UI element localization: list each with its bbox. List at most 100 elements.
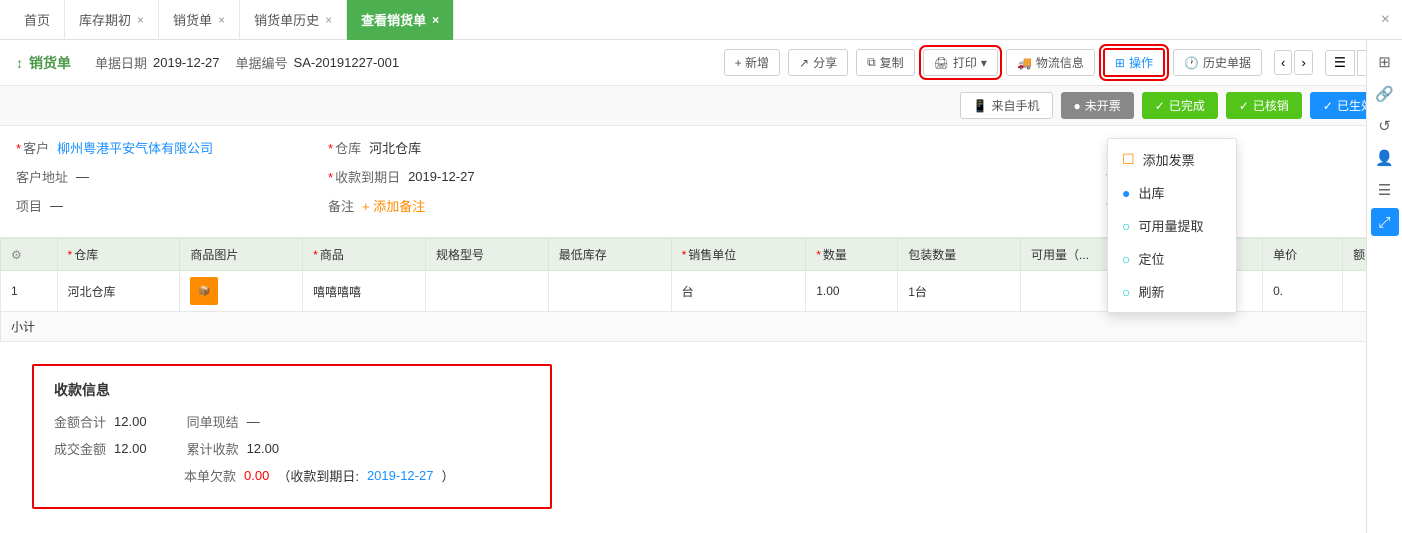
copy-icon: ⧉ [867,55,876,70]
next-button[interactable]: › [1294,50,1312,75]
sidebar-icon-3[interactable]: ↺ [1371,112,1399,140]
payment-row-1: 金额合计 12.00 同单现结 — [54,412,530,431]
tab-view-sales[interactable]: 查看销货单 × [347,0,454,40]
row-qty: 1.00 [806,271,898,312]
due-date-value: 2019-12-27 [408,169,475,184]
sidebar-icon-2[interactable]: 🔗 [1371,80,1399,108]
outbound-icon: ● [1122,185,1130,201]
truck-icon: 🚚 [1017,56,1032,70]
doc-meta: 单据日期 2019-12-27 单据编号 SA-20191227-001 [95,53,724,72]
doc-no-field: 单据编号 SA-20191227-001 [236,53,400,72]
sidebar-icon-6[interactable]: ⤢ [1371,208,1399,236]
customer-value[interactable]: 柳州粤港平安气体有限公司 [57,138,213,157]
row-warehouse: 河北仓库 [57,271,180,312]
row-unit-price: 0. [1263,271,1343,312]
col-warehouse: 仓库 [57,239,180,271]
done-button[interactable]: ✓ 已完成 [1142,92,1218,119]
project-value: — [50,198,63,213]
sold-button[interactable]: ✓ 已核销 [1226,92,1302,119]
print-icon: 🖨 [934,56,949,70]
sidebar-icon-1[interactable]: ⊞ [1371,48,1399,76]
share-button[interactable]: ↗ 分享 [788,49,848,76]
col-pkg-qty: 包装数量 [898,239,1021,271]
col-product-img: 商品图片 [180,239,303,271]
due-date-field: 收款到期日 2019-12-27 [328,167,608,186]
print-dropdown-arrow: ▾ [981,56,987,70]
col-min-stock: 最低库存 [548,239,671,271]
share-icon: ↗ [799,56,809,70]
address-field: 客户地址 — [16,167,296,186]
refresh-item[interactable]: ○ 刷新 [1108,275,1236,308]
due-date-label: 收款到期日 [328,167,400,186]
outbound-item[interactable]: ● 出库 [1108,176,1236,209]
sidebar-icon-4[interactable]: 👤 [1371,144,1399,172]
col-qty: 数量 [806,239,898,271]
doc-header: ↕ 销货单 单据日期 2019-12-27 单据编号 SA-20191227-0… [0,40,1402,86]
subtotal-row: 小计 [1,312,1402,342]
row-product-img: 📦 [180,271,303,312]
note-field: 备注 + 添加备注 [328,196,608,215]
note-label: 备注 [328,196,354,215]
check-circle-icon: ✓ [1239,99,1249,113]
close-sales-history-tab[interactable]: × [325,13,332,27]
warehouse-field: 仓库 河北仓库 [328,138,608,157]
operation-button[interactable]: ⊞ 操作 [1103,48,1165,77]
copy-button[interactable]: ⧉ 复制 [856,49,915,76]
row-min-stock [548,271,671,312]
warehouse-label: 仓库 [328,138,361,157]
trade-amount-item: 成交金额 12.00 [54,439,147,458]
tab-bar: 首页 库存期初 × 销货单 × 销货单历史 × 查看销货单 × × [0,0,1402,40]
new-button[interactable]: + 新增 [724,49,780,76]
from-phone-button[interactable]: 📱 来自手机 [960,92,1053,119]
warehouse-value: 河北仓库 [369,138,421,157]
tab-sales[interactable]: 销货单 × [159,0,240,40]
project-label: 项目 [16,196,42,215]
effective-check-icon: ✓ [1323,99,1333,113]
history-button[interactable]: 🕐 历史单据 [1173,49,1262,76]
action-row: 📱 来自手机 ● 未开票 ✓ 已完成 ✓ 已核销 ✓ 已生效 [0,86,1402,126]
row-pkg-qty: 1台 [898,271,1021,312]
logistics-button[interactable]: 🚚 物流信息 [1006,49,1095,76]
sales-order-icon: ↕ [16,55,23,71]
col-product: 商品 [303,239,426,271]
payment-row-2: 成交金额 12.00 累计收款 12.00 [54,439,530,458]
list-view-button[interactable]: ☰ [1325,50,1355,76]
prev-button[interactable]: ‹ [1274,50,1292,75]
col-unit-price: 单价 [1263,239,1343,271]
close-view-sales-tab[interactable]: × [432,13,439,27]
toolbar: + 新增 ↗ 分享 ⧉ 复制 🖨 打印 ▾ 🚚 物流信息 [724,48,1386,77]
col-gear[interactable]: ⚙ [1,239,58,271]
same-order-item: 同单现结 — [187,412,260,431]
balance-item: 本单欠款 0.00 （收款到期日: 2019-12-27 ） [184,466,454,485]
close-sales-tab[interactable]: × [218,13,225,27]
available-extract-item[interactable]: ○ 可用量提取 [1108,209,1236,242]
sidebar-icon-5[interactable]: ☰ [1371,176,1399,204]
not-open-button[interactable]: ● 未开票 [1061,92,1134,119]
product-image: 📦 [190,277,218,305]
doc-date-field: 单据日期 2019-12-27 [95,53,220,72]
add-invoice-item[interactable]: ☐ 添加发票 [1108,143,1236,176]
phone-icon: 📱 [973,99,988,113]
close-inventory-tab[interactable]: × [137,13,144,27]
col-spec: 规格型号 [425,239,548,271]
tab-home[interactable]: 首页 [10,0,65,40]
print-button[interactable]: 🖨 打印 ▾ [923,49,998,76]
operation-dropdown: ☐ 添加发票 ● 出库 ○ 可用量提取 ○ 定位 ○ 刷新 [1107,138,1237,313]
nav-arrows: ‹ › [1274,50,1313,75]
close-all-tabs[interactable]: × [1381,11,1390,29]
payment-row-3: 本单欠款 0.00 （收款到期日: 2019-12-27 ） [54,466,530,485]
customer-label: 客户 [16,138,49,157]
payment-section: 收款信息 金额合计 12.00 同单现结 — 成交金额 12.00 [0,342,1402,531]
invoice-icon: ☐ [1122,151,1135,168]
row-unit: 台 [671,271,806,312]
row-index: 1 [1,271,58,312]
row-product: 嘻嘻嘻嘻 [303,271,426,312]
grid-icon: ⊞ [1115,56,1125,70]
total-collected-item: 累计收款 12.00 [187,439,280,458]
locate-item[interactable]: ○ 定位 [1108,242,1236,275]
address-value: — [76,169,89,184]
tab-sales-history[interactable]: 销货单历史 × [240,0,347,40]
payment-title: 收款信息 [54,380,530,400]
add-note-button[interactable]: + 添加备注 [362,196,425,215]
tab-inventory[interactable]: 库存期初 × [65,0,159,40]
